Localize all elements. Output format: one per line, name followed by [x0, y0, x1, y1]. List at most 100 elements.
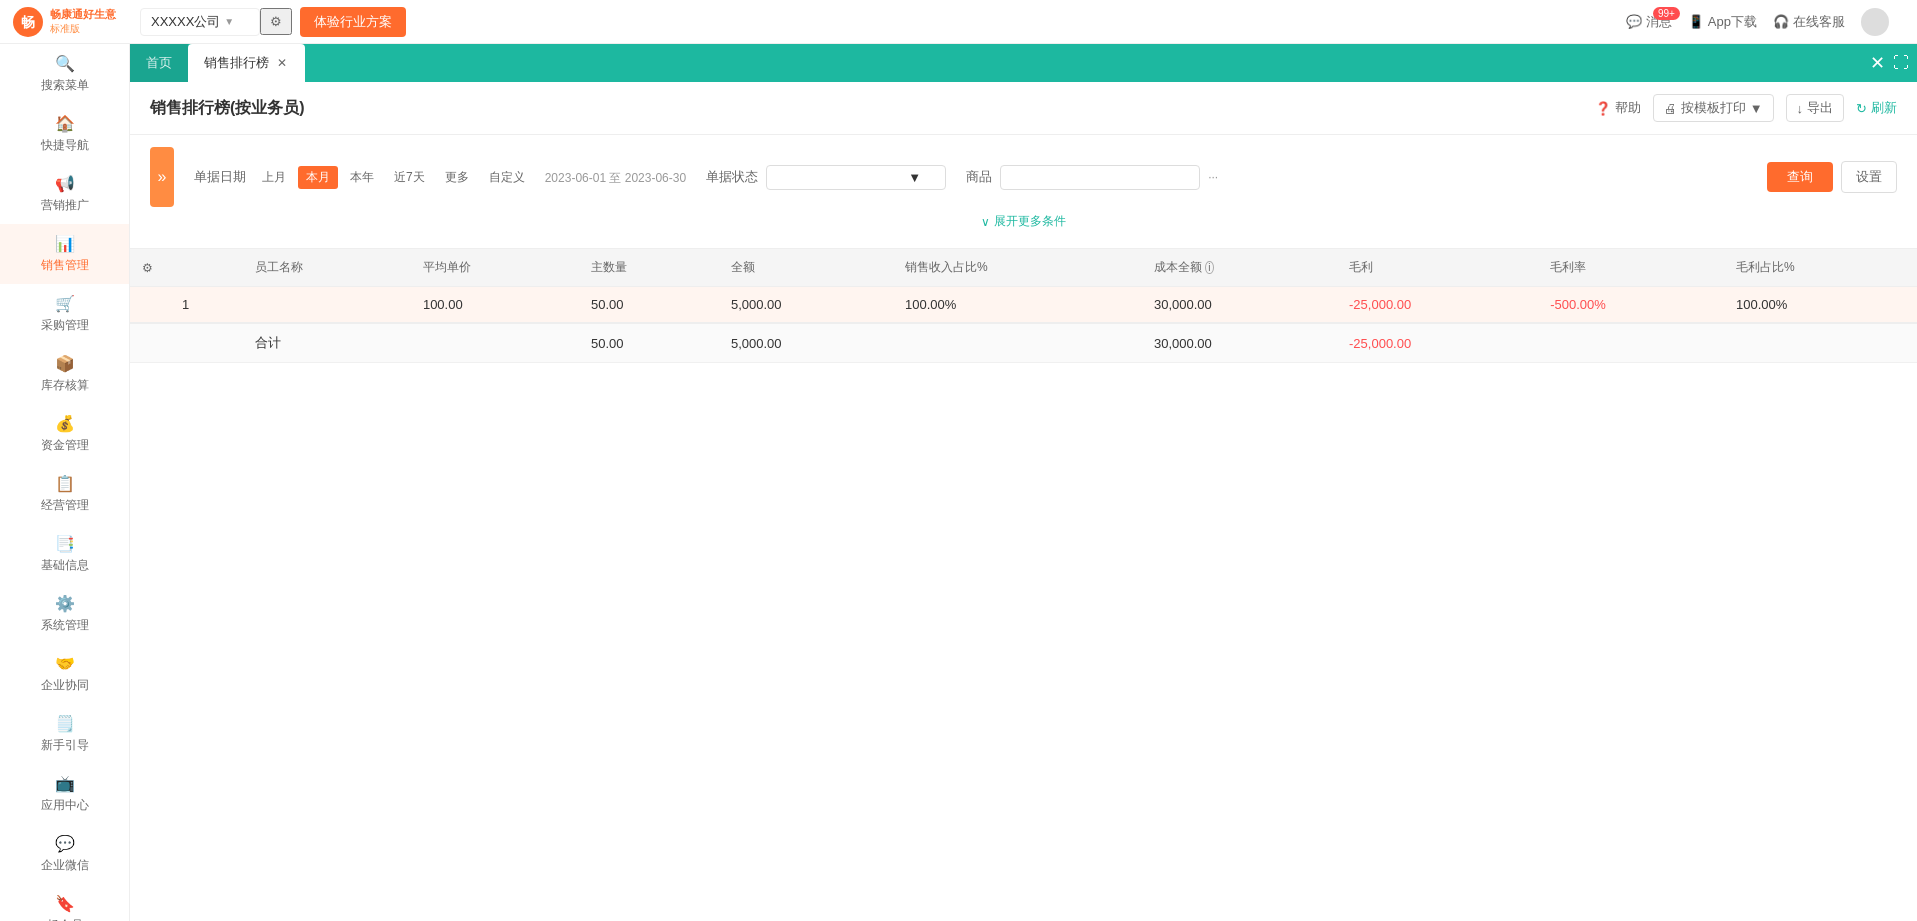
tab-home[interactable]: 首页	[130, 44, 188, 82]
sidebar-item-marketing[interactable]: 📢 营销推广	[0, 164, 129, 224]
sidebar-item-inventory-label: 库存核算	[41, 377, 89, 394]
marketing-icon: 📢	[55, 174, 75, 193]
expand-conditions-button[interactable]: ∨ 展开更多条件	[150, 207, 1897, 236]
table-container: ⚙ 员工名称 平均单价 主数量 全额 销售收入占比% 成本全额 i 毛利 毛利率…	[130, 249, 1917, 921]
app-download-button[interactable]: 📱 App下载	[1688, 13, 1757, 31]
goods-input[interactable]	[1000, 165, 1200, 190]
sidebar-item-guide[interactable]: 🗒️ 新手引导	[0, 704, 129, 764]
help-button[interactable]: ❓ 帮助	[1595, 99, 1641, 117]
tab-bar: 首页 销售排行榜 ✕ ✕ ⛶	[130, 44, 1917, 82]
sidebar-item-basic[interactable]: 📑 基础信息	[0, 524, 129, 584]
sidebar-item-purchase-label: 采购管理	[41, 317, 89, 334]
filter-row: » 单据日期 上月 本月 本年 近7天 更多 自定义 2023-06-01 至	[150, 147, 1897, 207]
message-badge: 99+	[1653, 7, 1680, 20]
footer-cost: 30,000.00	[1142, 323, 1337, 363]
app-container: 畅 畅康通好生意 标准版 XXXXX公司 ▼ ⚙ 体验行业方案 💬 消息 99+…	[0, 0, 1917, 921]
table-body: 1 100.00 50.00 5,000.00 100.00% 30,000.0…	[130, 287, 1917, 324]
col-settings[interactable]: ⚙	[130, 249, 170, 287]
sidebar-item-purchase[interactable]: 🛒 采购管理	[0, 284, 129, 344]
status-dropdown-icon: ▼	[908, 170, 921, 185]
company-settings-button[interactable]: ⚙	[260, 8, 292, 35]
date-tab-last-month[interactable]: 上月	[254, 166, 294, 189]
cell-rank: 1	[170, 287, 243, 324]
sidebar-item-search-label: 搜索菜单	[41, 77, 89, 94]
search-icon: 🔍	[55, 54, 75, 73]
footer-qty: 50.00	[579, 323, 719, 363]
filter-area: » 单据日期 上月 本月 本年 近7天 更多 自定义 2023-06-01 至	[130, 135, 1917, 249]
svg-text:畅: 畅	[21, 14, 35, 30]
sidebar-item-operations[interactable]: 📋 经营管理	[0, 464, 129, 524]
status-label: 单据状态	[706, 168, 758, 186]
date-tabs: 上月 本月 本年 近7天 更多 自定义	[254, 166, 533, 189]
user-avatar[interactable]	[1861, 8, 1889, 36]
status-select[interactable]: ▼	[766, 165, 946, 190]
data-table: ⚙ 员工名称 平均单价 主数量 全额 销售收入占比% 成本全额 i 毛利 毛利率…	[130, 249, 1917, 363]
col-avg-price: 平均单价	[411, 249, 579, 287]
print-button[interactable]: 🖨 按模板打印 ▼	[1653, 94, 1774, 122]
goods-label: 商品	[966, 168, 992, 186]
sidebar-item-wechat[interactable]: 💬 企业微信	[0, 824, 129, 884]
industry-button[interactable]: 体验行业方案	[300, 7, 406, 37]
sidebar-item-system[interactable]: ⚙️ 系统管理	[0, 584, 129, 644]
col-name: 员工名称	[243, 249, 411, 287]
chevron-down-icon: ∨	[981, 215, 990, 229]
footer-sales-pct	[893, 323, 1142, 363]
logo-text: 畅康通好生意 标准版	[50, 7, 116, 36]
sidebar-item-finance[interactable]: 💰 资金管理	[0, 404, 129, 464]
sidebar-item-search[interactable]: 🔍 搜索菜单	[0, 44, 129, 104]
company-selector[interactable]: XXXXX公司 ▼	[140, 8, 260, 36]
sidebar-item-marketing-label: 营销推广	[41, 197, 89, 214]
settings-button[interactable]: 设置	[1841, 161, 1897, 193]
operations-icon: 📋	[55, 474, 75, 493]
sidebar-item-apps[interactable]: 📺 应用中心	[0, 764, 129, 824]
guide-icon: 🗒️	[55, 714, 75, 733]
header-actions: ❓ 帮助 🖨 按模板打印 ▼ ↓ 导出 ↻	[1595, 94, 1897, 122]
footer-label: 合计	[243, 323, 411, 363]
date-tab-current-year[interactable]: 本年	[342, 166, 382, 189]
date-tab-current-month[interactable]: 本月	[298, 166, 338, 189]
date-tab-more[interactable]: 更多	[437, 166, 477, 189]
query-button[interactable]: 查询	[1767, 162, 1833, 192]
logo-icon: 畅	[12, 6, 44, 38]
sidebar-item-enterprise[interactable]: 🤝 企业协同	[0, 644, 129, 704]
sidebar: 🔍 搜索菜单 🏠 快捷导航 📢 营销推广 📊 销售管理 🛒 采购管	[0, 44, 130, 921]
footer-gross-pct	[1724, 323, 1917, 363]
cell-avg-price: 100.00	[411, 287, 579, 324]
page-title: 销售排行榜(按业务员)	[150, 98, 305, 119]
top-bar: 畅 畅康通好生意 标准版 XXXXX公司 ▼ ⚙ 体验行业方案 💬 消息 99+…	[0, 0, 1917, 44]
tab-maximize-icon[interactable]: ⛶	[1893, 54, 1909, 72]
table-footer: 合计 50.00 5,000.00 30,000.00 -25,000.00	[130, 323, 1917, 363]
sidebar-item-inventory[interactable]: 📦 库存核算	[0, 344, 129, 404]
export-button[interactable]: ↓ 导出	[1786, 94, 1845, 122]
expand-conditions-label: 展开更多条件	[994, 213, 1066, 230]
headset-icon: 🎧	[1773, 14, 1789, 29]
sidebar-item-quicknav[interactable]: 🏠 快捷导航	[0, 104, 129, 164]
refresh-button[interactable]: ↻ 刷新	[1856, 99, 1897, 117]
cell-cost: 30,000.00	[1142, 287, 1337, 324]
sidebar-item-sales[interactable]: 📊 销售管理	[0, 224, 129, 284]
main-area: 🔍 搜索菜单 🏠 快捷导航 📢 营销推广 📊 销售管理 🛒 采购管	[0, 44, 1917, 921]
member-icon: 🔖	[55, 894, 75, 913]
date-tab-7days[interactable]: 近7天	[386, 166, 433, 189]
footer-empty1	[130, 323, 170, 363]
online-service-button[interactable]: 🎧 在线客服	[1773, 13, 1845, 31]
message-button[interactable]: 💬 消息 99+	[1626, 13, 1672, 31]
table-row: 1 100.00 50.00 5,000.00 100.00% 30,000.0…	[130, 287, 1917, 324]
print-dropdown-icon: ▼	[1750, 101, 1763, 116]
tab-sales-rank[interactable]: 销售排行榜 ✕	[188, 44, 305, 82]
cell-qty: 50.00	[579, 287, 719, 324]
col-qty: 主数量	[579, 249, 719, 287]
tab-close-icon[interactable]: ✕	[275, 56, 289, 70]
sidebar-item-member[interactable]: 🔖 畅会员	[0, 884, 129, 921]
tab-close-window-icon[interactable]: ✕	[1870, 52, 1885, 74]
sidebar-item-quicknav-label: 快捷导航	[41, 137, 89, 154]
more-icon[interactable]: ···	[1208, 170, 1218, 184]
footer-gross-margin	[1538, 323, 1724, 363]
purchase-icon: 🛒	[55, 294, 75, 313]
footer-amount: 5,000.00	[719, 323, 893, 363]
content-header: 销售排行榜(按业务员) ❓ 帮助 🖨 按模板打印 ▼ ↓	[130, 82, 1917, 135]
date-range: 2023-06-01 至 2023-06-30	[545, 170, 686, 187]
filter-collapse-button[interactable]: »	[150, 147, 174, 207]
date-tab-custom[interactable]: 自定义	[481, 166, 533, 189]
footer-empty2	[170, 323, 243, 363]
